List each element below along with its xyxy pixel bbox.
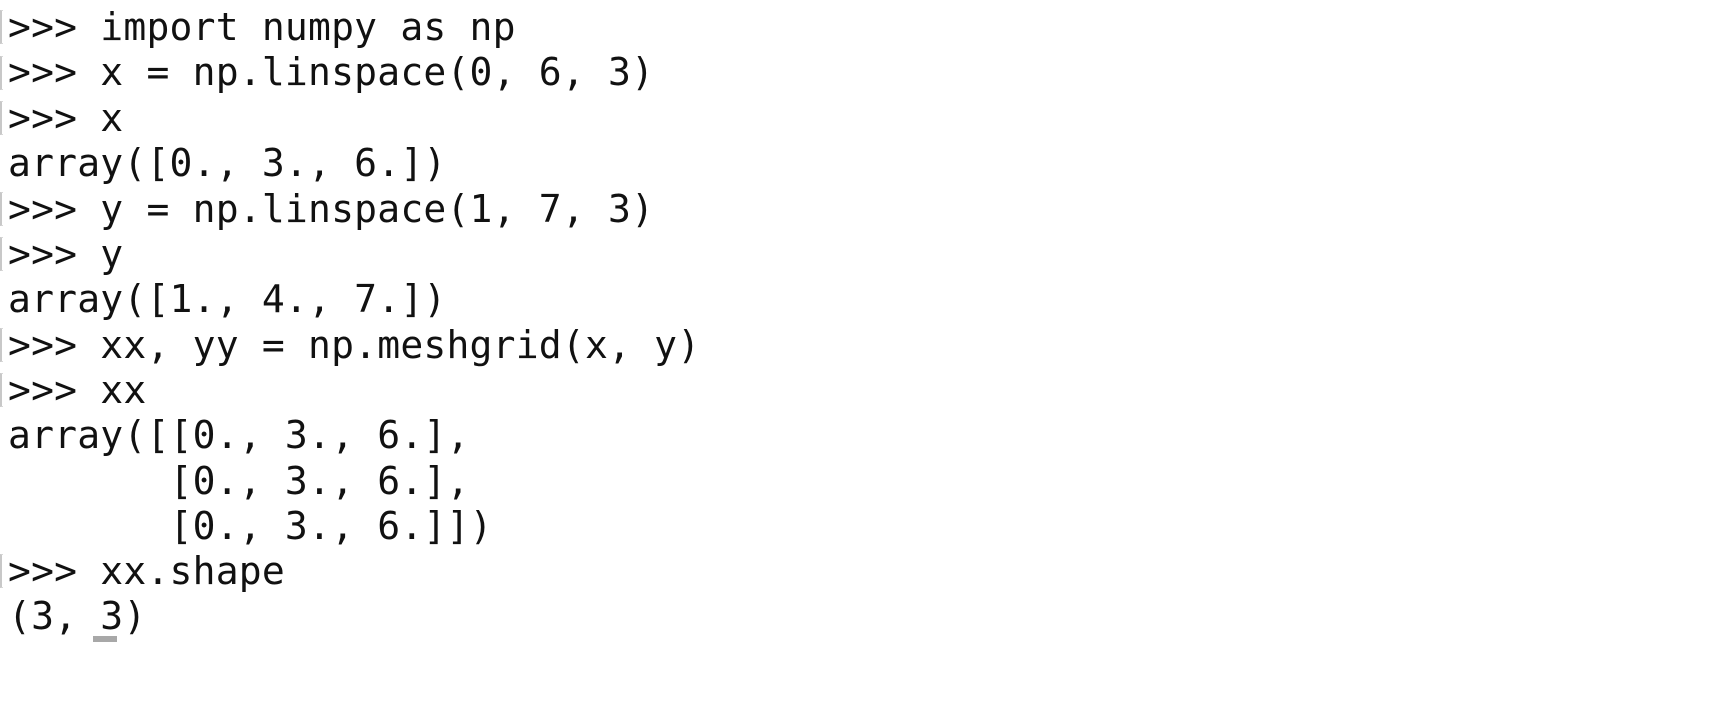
input-line: >>> xx, yy = np.meshgrid(x, y) [8,323,701,367]
python-repl-terminal[interactable]: >>> import numpy as np >>> x = np.linspa… [0,0,1726,706]
output-line: [0., 3., 6.]]) [8,504,493,548]
output-line: array([1., 4., 7.]) [8,277,447,321]
input-line: >>> x [8,96,124,140]
input-line: >>> x = np.linspace(0, 6, 3) [8,50,655,94]
prompt-mark [0,237,3,271]
prompt-mark [0,192,3,226]
prompt-mark [0,56,3,90]
prompt-mark [0,101,3,135]
text-cursor [93,636,117,642]
input-line: >>> xx.shape [8,549,285,593]
input-line: >>> xx [8,368,147,412]
input-line: >>> y [8,232,124,276]
output-line: array([0., 3., 6.]) [8,141,447,185]
prompt-mark [0,328,3,362]
prompt-mark [0,373,3,407]
output-line: (3, 3) [8,594,147,638]
prompt-mark [0,10,3,44]
output-line: [0., 3., 6.], [8,459,470,503]
input-line: >>> y = np.linspace(1, 7, 3) [8,187,655,231]
output-line: array([[0., 3., 6.], [8,413,470,457]
input-line: >>> import numpy as np [8,5,516,49]
prompt-mark [0,554,3,588]
